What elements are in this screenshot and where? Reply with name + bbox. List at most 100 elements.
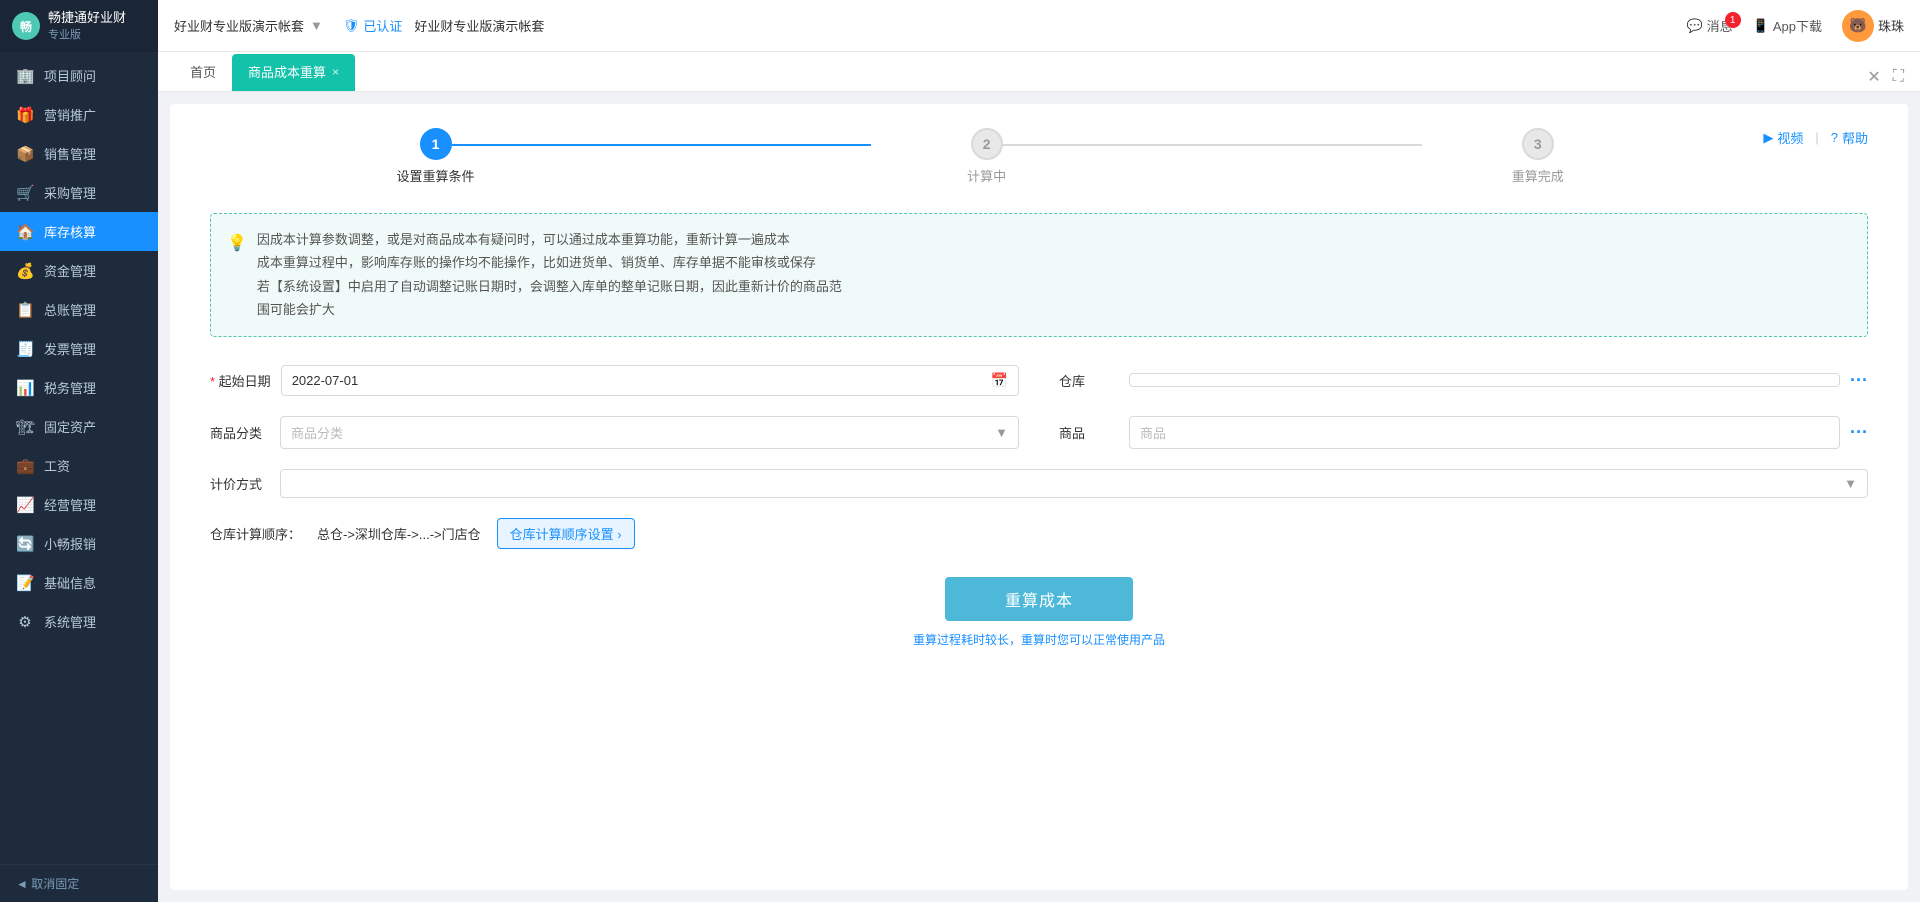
calendar-icon: 📅 — [991, 372, 1008, 389]
sidebar-item-ops[interactable]: 📈 经营管理 — [0, 485, 158, 524]
sidebar-item-basic[interactable]: 📝 基础信息 — [0, 563, 158, 602]
purchase-icon: 🛒 — [16, 184, 34, 202]
message-icon: 💬 — [1686, 18, 1702, 34]
step-1: 1 设置重算条件 — [210, 128, 661, 185]
step1-label: 设置重算条件 — [397, 166, 475, 185]
assets-icon: 🏗 — [16, 418, 34, 436]
select-arrow2-icon: ▼ — [1844, 476, 1857, 491]
step2-circle: 2 — [971, 128, 1003, 160]
app-download-button[interactable]: 📱 App下载 — [1753, 16, 1822, 35]
sidebar-nav: 🏢 项目顾问 🎁 营销推广 📦 销售管理 🛒 采购管理 🏠 库存核算 💰 资金管… — [0, 52, 158, 864]
content-area: 1 设置重算条件 2 计算中 3 重算完成 ▶ — [170, 104, 1908, 890]
step1-circle: 1 — [420, 128, 452, 160]
product-label: 商品 — [1059, 423, 1119, 442]
ledger-icon: 📋 — [16, 301, 34, 319]
warehouse-more-button[interactable]: ··· — [1850, 370, 1868, 391]
sidebar-item-purchase[interactable]: 🛒 采购管理 — [0, 173, 158, 212]
steps-bar: 1 设置重算条件 2 计算中 3 重算完成 ▶ — [210, 128, 1868, 185]
close-button[interactable]: ✕ — [1867, 67, 1880, 87]
project-icon: 🏢 — [16, 67, 34, 85]
start-date-input[interactable]: 2022-07-01 📅 — [281, 365, 1019, 396]
category-select[interactable]: 商品分类 ▼ — [280, 416, 1019, 449]
form-row-2: 商品分类 商品分类 ▼ 商品 商品 ··· — [210, 416, 1868, 449]
sidebar-item-system[interactable]: ⚙ 系统管理 — [0, 602, 158, 641]
step3-label: 重算完成 — [1512, 166, 1564, 185]
topbar-verified: 🛡 已认证 — [343, 16, 403, 35]
expand-button[interactable]: ⛶ — [1893, 68, 1904, 86]
topbar-company: 好业财专业版演示帐套 — [414, 16, 544, 35]
warehouse-input[interactable] — [1129, 373, 1840, 387]
sidebar: 畅 畅捷通好业财 专业版 🏢 项目顾问 🎁 营销推广 📦 销售管理 🛒 采购管理… — [0, 0, 158, 902]
step-3: 3 重算完成 — [1312, 128, 1763, 185]
product-field: 商品 商品 ··· — [1059, 416, 1868, 449]
topbar-account: 好业财专业版演示帐套 ▼ — [174, 16, 323, 35]
price-method-select[interactable]: ▼ — [280, 469, 1868, 498]
invoice-icon: 🧾 — [16, 340, 34, 358]
form-row-3: 计价方式 ▼ — [210, 469, 1868, 498]
info-bulb-icon: 💡 — [227, 230, 247, 322]
recalculate-button[interactable]: 重算成本 — [945, 577, 1133, 621]
ops-icon: 📈 — [16, 496, 34, 514]
warehouse-order-row: 仓库计算顺序： 总仓->深圳仓库->...->门店仓 仓库计算顺序设置 › — [210, 518, 1868, 549]
shield-icon: 🛡 — [343, 18, 360, 34]
sidebar-header: 畅 畅捷通好业财 专业版 — [0, 0, 158, 52]
video-icon: ▶ — [1763, 130, 1773, 146]
sidebar-item-marketing[interactable]: 🎁 营销推广 — [0, 95, 158, 134]
sidebar-edition: 专业版 — [48, 26, 126, 42]
step2-label: 计算中 — [967, 166, 1006, 185]
sidebar-item-payroll[interactable]: 💼 工资 — [0, 446, 158, 485]
sidebar-unpin-button[interactable]: ◄ 取消固定 — [0, 864, 158, 902]
product-input[interactable]: 商品 — [1129, 416, 1840, 449]
step3-circle: 3 — [1522, 128, 1554, 160]
select-arrow-icon: ▼ — [995, 425, 1008, 440]
message-button[interactable]: 💬 消息 1 — [1686, 16, 1732, 35]
expense-icon: 🔄 — [16, 535, 34, 553]
tab-close-icon[interactable]: × — [332, 65, 339, 79]
sidebar-item-assets[interactable]: 🏗 固定资产 — [0, 407, 158, 446]
topbar: 好业财专业版演示帐套 ▼ 🛡 已认证 好业财专业版演示帐套 💬 消息 1 📱 A… — [158, 0, 1920, 52]
category-field: 商品分类 商品分类 ▼ — [210, 416, 1019, 449]
sidebar-item-project[interactable]: 🏢 项目顾问 — [0, 56, 158, 95]
recalc-hint: 重算过程耗时较长，重算时您可以正常使用产品 — [913, 631, 1165, 648]
form-row-1: 起始日期 2022-07-01 📅 仓库 ··· — [210, 365, 1868, 396]
info-content: 因成本计算参数调整，或是对商品成本有疑问时，可以通过成本重算功能，重新计算一遍成… — [257, 228, 842, 322]
main-area: 好业财专业版演示帐套 ▼ 🛡 已认证 好业财专业版演示帐套 💬 消息 1 📱 A… — [158, 0, 1920, 902]
marketing-icon: 🎁 — [16, 106, 34, 124]
product-more-button[interactable]: ··· — [1850, 422, 1868, 443]
sales-icon: 📦 — [16, 145, 34, 163]
sidebar-item-ledger[interactable]: 📋 总账管理 — [0, 290, 158, 329]
sidebar-item-tax[interactable]: 📊 税务管理 — [0, 368, 158, 407]
help-icon: ? — [1831, 130, 1838, 145]
sidebar-item-inventory[interactable]: 🏠 库存核算 — [0, 212, 158, 251]
tab-home[interactable]: 首页 — [174, 54, 232, 91]
sidebar-title: 畅捷通好业财 — [48, 10, 126, 27]
warehouse-order-value: 总仓->深圳仓库->...->门店仓 — [317, 524, 481, 543]
sidebar-item-expense[interactable]: 🔄 小畅报销 — [0, 524, 158, 563]
sidebar-item-invoice[interactable]: 🧾 发票管理 — [0, 329, 158, 368]
price-method-field: 计价方式 ▼ — [210, 469, 1868, 498]
finance-icon: 💰 — [16, 262, 34, 280]
tab-controls: ✕ ⛶ — [1867, 67, 1904, 91]
sidebar-item-finance[interactable]: 💰 资金管理 — [0, 251, 158, 290]
dropdown-icon[interactable]: ▼ — [310, 18, 323, 33]
avatar: 🐻 — [1842, 10, 1874, 42]
step-help: ▶ 视频 | ? 帮助 — [1763, 128, 1868, 147]
user-avatar-button[interactable]: 🐻 珠珠 — [1842, 10, 1904, 42]
video-link[interactable]: ▶ 视频 — [1763, 128, 1803, 147]
recalc-section: 重算成本 重算过程耗时较长，重算时您可以正常使用产品 — [210, 577, 1868, 648]
help-link[interactable]: ? 帮助 — [1831, 128, 1868, 147]
tab-recalculate[interactable]: 商品成本重算 × — [232, 54, 355, 91]
start-date-label: 起始日期 — [210, 371, 271, 390]
tabs-bar: 首页 商品成本重算 × ✕ ⛶ — [158, 52, 1920, 92]
step-2: 2 计算中 — [761, 128, 1212, 185]
category-label: 商品分类 — [210, 423, 270, 442]
sidebar-item-sales[interactable]: 📦 销售管理 — [0, 134, 158, 173]
warehouse-field: 仓库 ··· — [1059, 370, 1868, 391]
warehouse-order-label: 仓库计算顺序： — [210, 524, 301, 543]
message-badge: 1 — [1725, 12, 1741, 28]
sidebar-logo: 畅 — [12, 12, 40, 40]
warehouse-label: 仓库 — [1059, 371, 1119, 390]
inventory-icon: 🏠 — [16, 223, 34, 241]
warehouse-order-settings-button[interactable]: 仓库计算顺序设置 › — [497, 518, 635, 549]
payroll-icon: 💼 — [16, 457, 34, 475]
